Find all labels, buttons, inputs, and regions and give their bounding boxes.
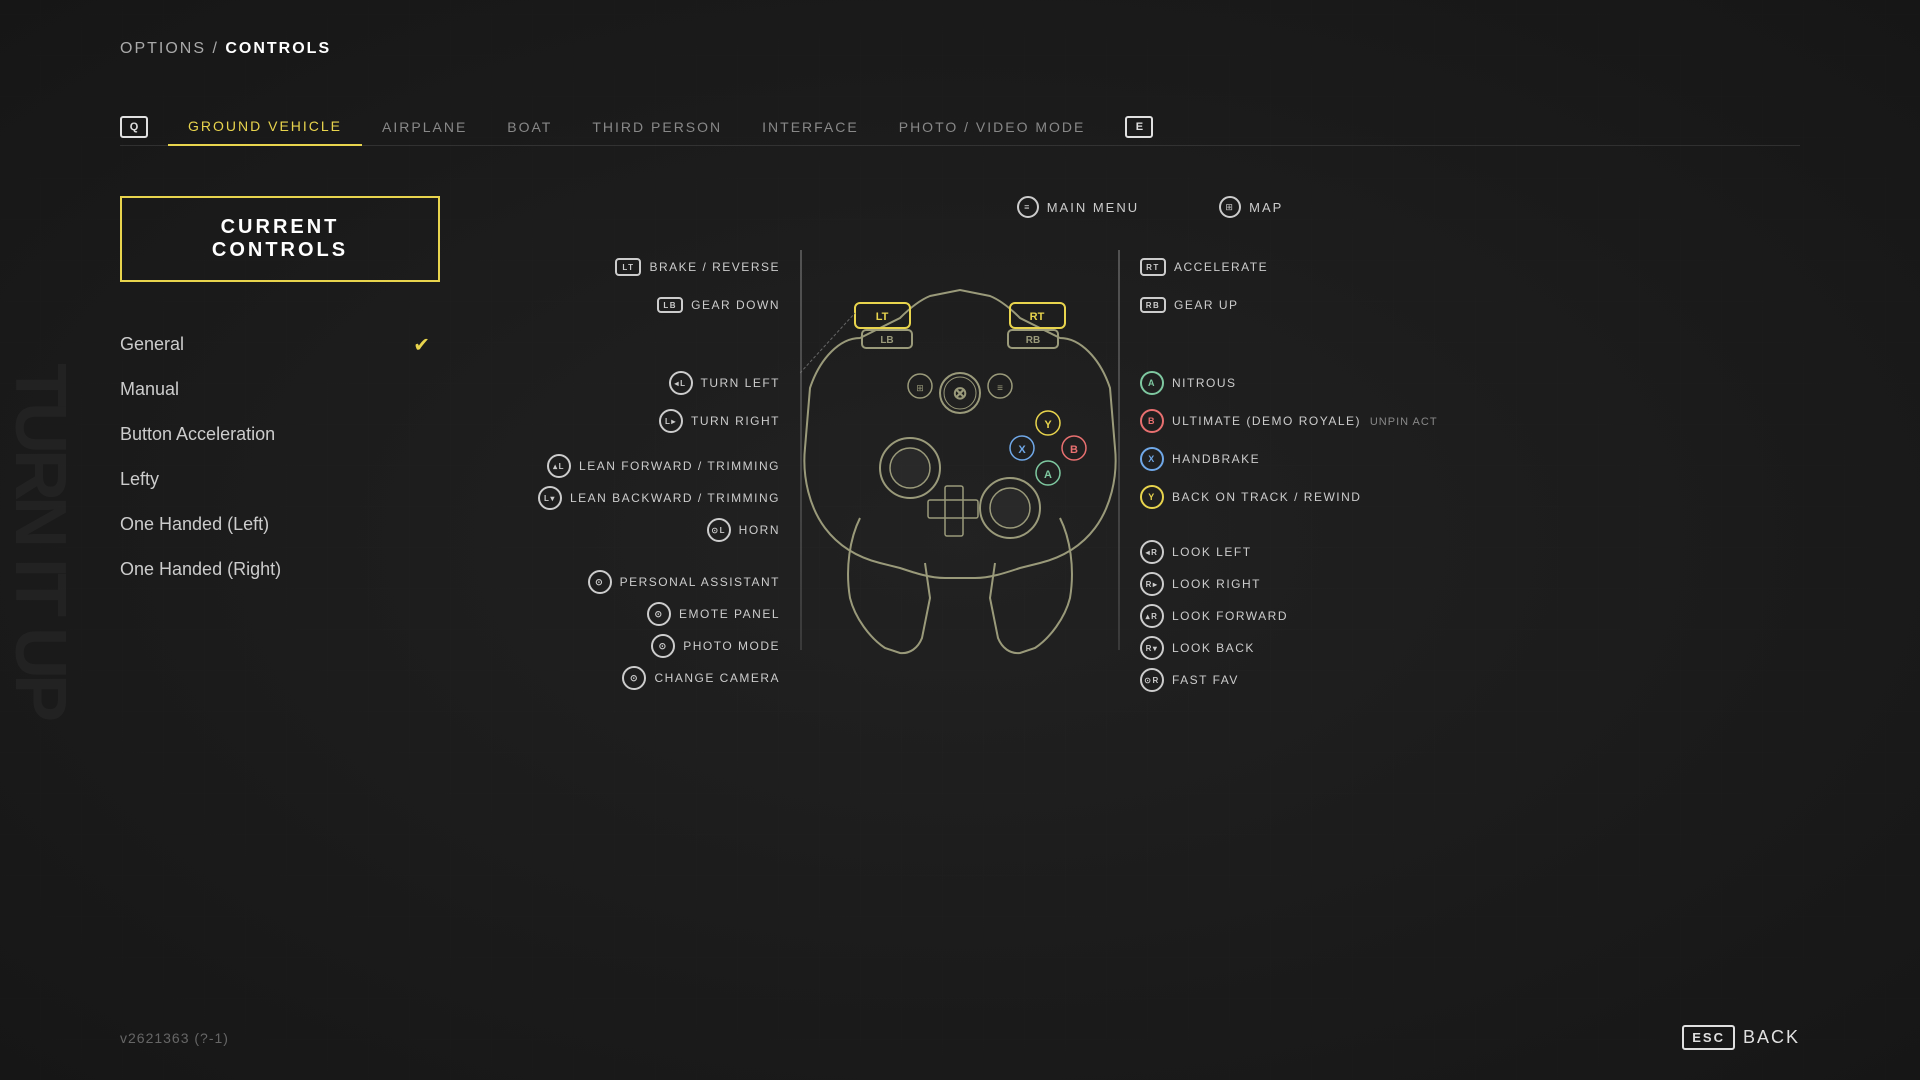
label-photo-mode: PHOTO MODE ⊙: [651, 630, 780, 662]
scheme-one-handed-left[interactable]: One Handed (Left): [120, 502, 440, 547]
svg-text:X: X: [1018, 444, 1026, 456]
breadcrumb: OPTIONS / CONTROLS: [120, 40, 1800, 58]
svg-text:⊗: ⊗: [952, 383, 967, 403]
label-back-on-track: Y BACK ON TRACK / REWIND: [1140, 478, 1361, 516]
scheme-general[interactable]: General ✔: [120, 322, 440, 367]
label-fast-fav: ⊙R FAST FAV: [1140, 664, 1239, 696]
tabs-bar: Q GROUND VEHICLE AIRPLANE BOAT THIRD PER…: [120, 108, 1800, 146]
label-look-left: ◂R LOOK LEFT: [1140, 536, 1252, 568]
label-nitrous: A NITROUS: [1140, 364, 1237, 402]
label-lean-backward: LEAN BACKWARD / TRIMMING L▾: [538, 482, 780, 514]
tab-right-key[interactable]: E: [1125, 116, 1153, 138]
label-lean-forward: LEAN FORWARD / TRIMMING ▴L: [547, 450, 780, 482]
label-handbrake: X HANDBRAKE: [1140, 440, 1260, 478]
controller-main-area: BRAKE / REVERSE LT GEAR DOWN LB TURN LEF…: [500, 218, 1800, 703]
svg-text:RB: RB: [1026, 335, 1040, 346]
svg-text:LB: LB: [880, 335, 893, 346]
controller-svg: LT RT LB RB ⊗: [800, 218, 1120, 703]
rstick-click-icon: ⊙R: [1140, 668, 1164, 692]
label-change-camera: CHANGE CAMERA ⊙: [622, 662, 780, 694]
svg-text:Y: Y: [1044, 419, 1052, 431]
rstick-up-icon: ▴R: [1140, 604, 1164, 628]
lstick-right-icon: L▸: [659, 409, 683, 433]
tab-photo-video[interactable]: PHOTO / VIDEO MODE: [879, 109, 1106, 145]
svg-text:⊞: ⊞: [916, 383, 924, 393]
y-icon: Y: [1140, 485, 1164, 509]
right-controls-labels: RT ACCELERATE RB GEAR UP A NITROUS: [1120, 218, 1500, 696]
camera-icon: ⊙: [622, 666, 646, 690]
x-icon: X: [1140, 447, 1164, 471]
svg-text:A: A: [1044, 469, 1052, 481]
svg-text:RT: RT: [1030, 311, 1045, 323]
tab-boat[interactable]: BOAT: [487, 109, 572, 145]
map-label: ⊞ MAP: [1219, 196, 1283, 218]
tab-interface[interactable]: INTERFACE: [742, 109, 879, 145]
selected-checkmark: ✔: [413, 332, 430, 357]
label-gear-up: RB GEAR UP: [1140, 286, 1239, 324]
back-button[interactable]: Esc BACK: [1682, 1025, 1800, 1050]
label-turn-left: TURN LEFT ◂L: [669, 364, 781, 402]
version-text: v2621363 (?-1): [120, 1030, 229, 1046]
top-menu-labels: ≡ MAIN MENU ⊞ MAP: [500, 196, 1800, 218]
a-icon: A: [1140, 371, 1164, 395]
rstick-right-icon: R▸: [1140, 572, 1164, 596]
tab-left-key[interactable]: Q: [120, 116, 148, 138]
rstick-down-icon: R▾: [1140, 636, 1164, 660]
label-gear-down: GEAR DOWN LB: [657, 286, 780, 324]
label-look-back: R▾ LOOK BACK: [1140, 632, 1255, 664]
scheme-one-handed-right[interactable]: One Handed (Right): [120, 547, 440, 592]
pa-icon: ⊙: [588, 570, 612, 594]
emote-icon: ⊙: [647, 602, 671, 626]
rb-icon: RB: [1140, 297, 1166, 313]
label-look-forward: ▴R LOOK FORWARD: [1140, 600, 1288, 632]
scheme-manual[interactable]: Manual: [120, 367, 440, 412]
scheme-button-acceleration[interactable]: Button Acceleration: [120, 412, 440, 457]
lstick-left-icon: ◂L: [669, 371, 693, 395]
tab-ground-vehicle[interactable]: GROUND VEHICLE: [168, 108, 362, 146]
tab-third-person[interactable]: THIRD PERSON: [572, 109, 742, 145]
lb-icon: LB: [657, 297, 683, 313]
rstick-left-icon: ◂R: [1140, 540, 1164, 564]
label-emote-panel: EMOTE PANEL ⊙: [647, 598, 780, 630]
rt-icon: RT: [1140, 258, 1166, 276]
label-brake-reverse: BRAKE / REVERSE LT: [615, 248, 780, 286]
b-icon: B: [1140, 409, 1164, 433]
left-controls-labels: BRAKE / REVERSE LT GEAR DOWN LB TURN LEF…: [500, 218, 800, 694]
map-icon: ⊞: [1219, 196, 1241, 218]
label-ultimate: B ULTIMATE (DEMO ROYALE) UNPIN ACT: [1140, 402, 1438, 440]
esc-key: Esc: [1682, 1025, 1735, 1050]
label-look-right: R▸ LOOK RIGHT: [1140, 568, 1261, 600]
label-horn: HORN ⊙L: [707, 514, 780, 546]
control-schemes-list: General ✔ Manual Button Acceleration Lef…: [120, 322, 440, 592]
label-turn-right: TURN RIGHT L▸: [659, 402, 780, 440]
main-menu-label: ≡ MAIN MENU: [1017, 196, 1139, 218]
label-accelerate: RT ACCELERATE: [1140, 248, 1268, 286]
lstick-click-icon: ⊙L: [707, 518, 731, 542]
svg-text:≡: ≡: [997, 383, 1003, 394]
current-controls-button[interactable]: CURRENT CONTROLS: [120, 196, 440, 282]
menu-icon: ≡: [1017, 196, 1039, 218]
lstick-down-icon: L▾: [538, 486, 562, 510]
lstick-up-icon: ▴L: [547, 454, 571, 478]
photo-icon: ⊙: [651, 634, 675, 658]
back-label: BACK: [1743, 1027, 1800, 1048]
bottom-bar: v2621363 (?-1) Esc BACK: [120, 1025, 1800, 1050]
svg-text:B: B: [1070, 444, 1078, 456]
lt-icon: LT: [615, 258, 641, 276]
svg-text:LT: LT: [876, 311, 889, 323]
controller-diagram: ≡ MAIN MENU ⊞ MAP BRAKE / REVERSE LT: [500, 196, 1800, 703]
label-personal-assistant: PERSONAL ASSISTANT ⊙: [588, 566, 780, 598]
tab-airplane[interactable]: AIRPLANE: [362, 109, 487, 145]
scheme-lefty[interactable]: Lefty: [120, 457, 440, 502]
left-panel: CURRENT CONTROLS General ✔ Manual Button…: [120, 196, 440, 703]
